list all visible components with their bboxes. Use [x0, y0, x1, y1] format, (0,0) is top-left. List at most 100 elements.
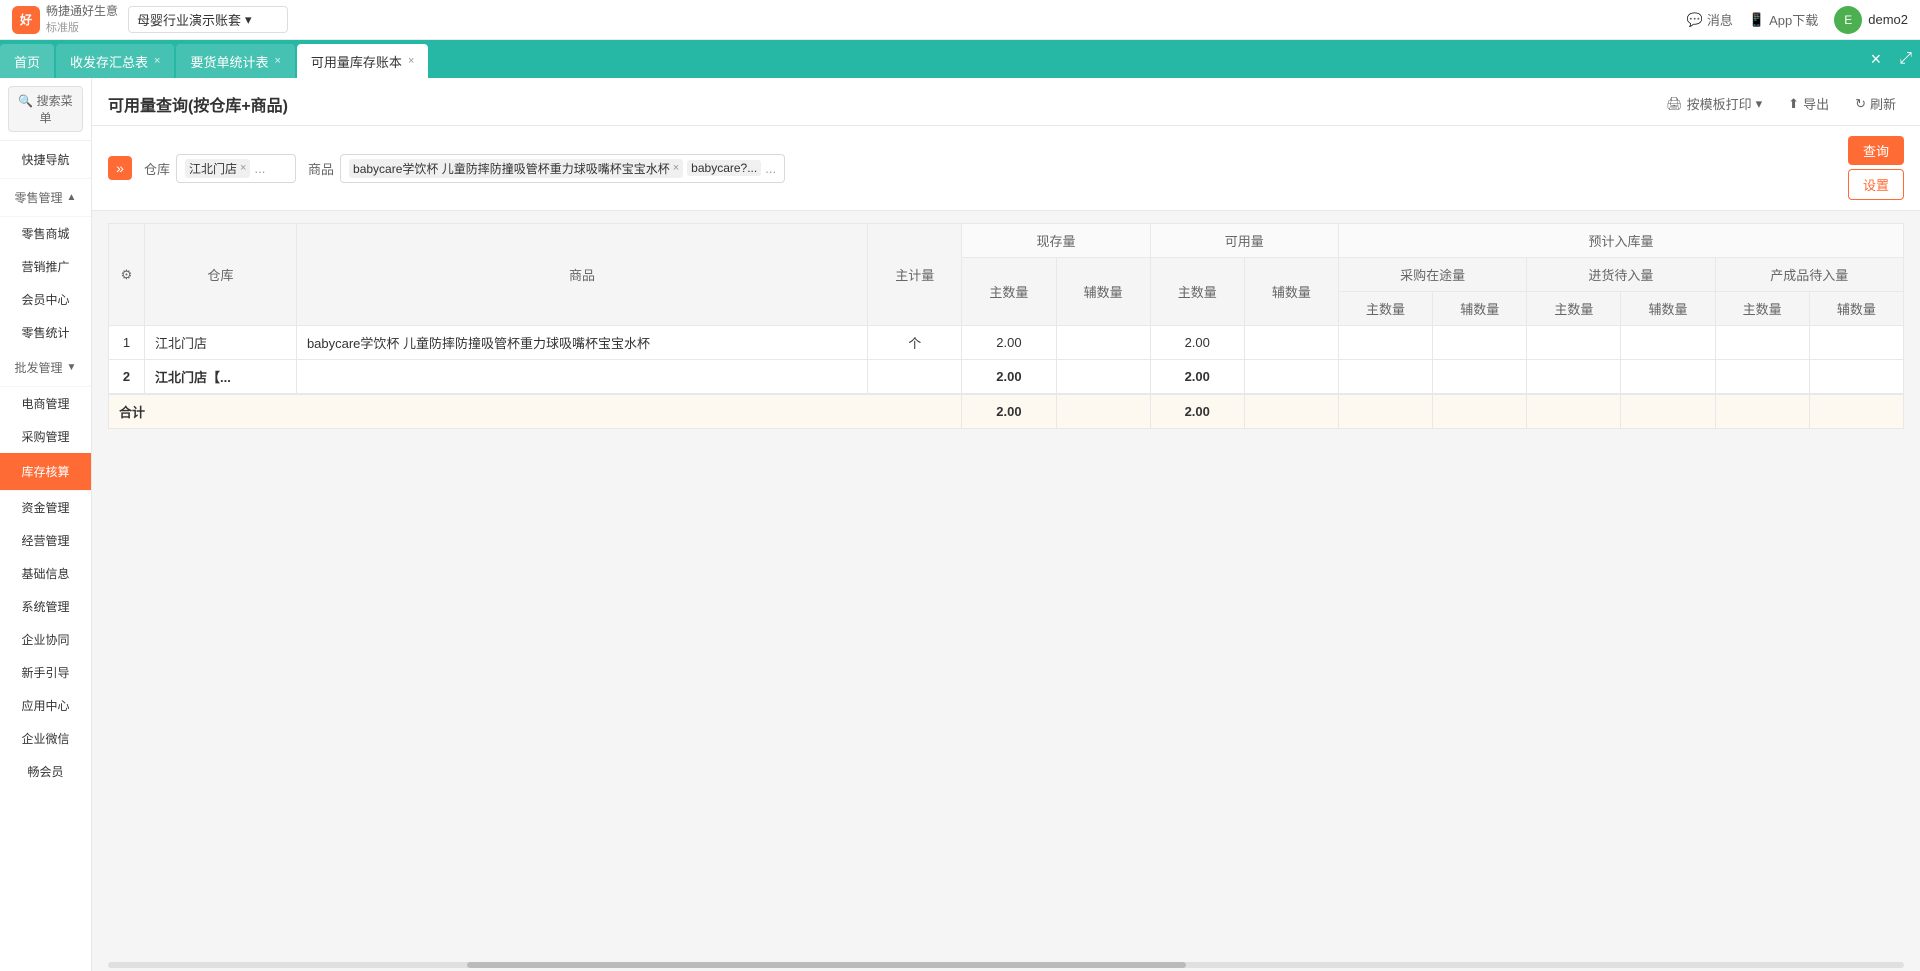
- sidebar-item-purchase[interactable]: 采购管理: [0, 420, 91, 453]
- nav-tabs: 首页 收发存汇总表 × 要货单统计表 × 可用量库存账本 × × ⤢: [0, 40, 1920, 78]
- message-label: 消息: [1707, 10, 1733, 29]
- sidebar-item-wholesale[interactable]: 批发管理 ▼: [0, 349, 91, 387]
- footer-avail-main: 2.00: [1150, 394, 1244, 429]
- footer-stock-main: 2.00: [962, 394, 1056, 429]
- close-all-tabs-btn[interactable]: ×: [1871, 40, 1882, 78]
- warehouse-filter-input[interactable]: 江北门店 × ...: [176, 154, 296, 183]
- ent-wechat-label: 企业微信: [21, 732, 69, 746]
- product-tag1-text: babycare学饮杯 儿童防摔防撞吸管杯重力球吸嘴杯宝宝水杯: [353, 160, 670, 177]
- pur-transit-header: 采购在途量: [1338, 258, 1526, 292]
- scrollbar-track[interactable]: [108, 962, 1904, 968]
- row2-no: 2: [109, 360, 145, 395]
- warehouse-more-btn[interactable]: ...: [254, 161, 265, 176]
- sidebar-item-vip[interactable]: 畅会员: [0, 755, 91, 788]
- print-dropdown-icon: ▾: [1756, 96, 1763, 112]
- download-icon: 📱: [1749, 12, 1765, 28]
- sidebar-item-system[interactable]: 系统管理: [0, 590, 91, 623]
- footer-label: 合计: [109, 394, 962, 429]
- row2-avail-aux: [1244, 360, 1338, 395]
- tab-available[interactable]: 可用量库存账本 ×: [297, 44, 428, 78]
- retail-stats-label: 零售统计: [21, 326, 69, 340]
- vip-label: 畅会员: [27, 765, 63, 779]
- page-title: 可用量查询(按仓库+商品): [108, 92, 288, 116]
- retail-mall-label: 零售商城: [21, 227, 69, 241]
- export-btn[interactable]: ⬆ 导出: [1780, 90, 1837, 117]
- expand-tabs-btn[interactable]: ⤢: [1891, 40, 1920, 78]
- message-btn[interactable]: 💬 消息: [1687, 10, 1733, 29]
- industry-selector[interactable]: 母婴行业演示账套 ▾: [128, 6, 288, 33]
- sidebar-item-basic-info[interactable]: 基础信息: [0, 557, 91, 590]
- row2-prod-aux: [1809, 360, 1903, 395]
- settings-btn[interactable]: 设置: [1848, 169, 1904, 200]
- warehouse-tag-close[interactable]: ×: [240, 162, 246, 174]
- sidebar-item-finance[interactable]: 资金管理: [0, 491, 91, 524]
- sidebar-item-operations[interactable]: 经营管理: [0, 524, 91, 557]
- tab-receivepay[interactable]: 收发存汇总表 ×: [56, 44, 174, 78]
- sidebar-item-app-center[interactable]: 应用中心: [0, 689, 91, 722]
- footer-pur-transit-aux: [1433, 394, 1527, 429]
- available-group-header: 可用量: [1150, 224, 1338, 258]
- search-menu-btn[interactable]: 🔍 搜索菜单: [8, 86, 83, 132]
- row2-pur-transit-main: [1338, 360, 1432, 395]
- row1-avail-aux: [1244, 326, 1338, 360]
- horizontal-scrollbar[interactable]: [92, 959, 1920, 971]
- close-orderstat-icon[interactable]: ×: [274, 55, 280, 67]
- page-header: 可用量查询(按仓库+商品) 🖨 按模板打印 ▾ ⬆ 导出 ↻ 刷新: [92, 78, 1920, 126]
- row1-warehouse: 江北门店: [145, 326, 297, 360]
- sidebar-item-ecommerce[interactable]: 电商管理: [0, 387, 91, 420]
- tab-home[interactable]: 首页: [0, 44, 54, 78]
- row2-stock-main: 2.00: [962, 360, 1056, 395]
- product-filter-input[interactable]: babycare学饮杯 儿童防摔防撞吸管杯重力球吸嘴杯宝宝水杯 × babyca…: [340, 154, 785, 183]
- sidebar-item-marketing[interactable]: 营销推广: [0, 250, 91, 283]
- data-table: ⚙ 仓库 商品 主计量 现存量 可用量 预计入库量 主数量 辅数量 主数量 辅数…: [108, 223, 1904, 429]
- row2-prod-main: [1715, 360, 1809, 395]
- row1-prod-main: [1715, 326, 1809, 360]
- query-btn[interactable]: 查询: [1848, 136, 1904, 165]
- member-label: 会员中心: [21, 293, 69, 307]
- row1-pur-transit-main: [1338, 326, 1432, 360]
- product-more-btn[interactable]: ...: [765, 161, 776, 176]
- sidebar-item-quick-nav[interactable]: 快捷导航: [0, 141, 91, 179]
- message-icon: 💬: [1687, 12, 1703, 28]
- sidebar-item-retail-stats[interactable]: 零售统计: [0, 316, 91, 349]
- sidebar-item-newbie[interactable]: 新手引导: [0, 656, 91, 689]
- close-receivepay-icon[interactable]: ×: [154, 55, 160, 67]
- product-tag1: babycare学饮杯 儿童防摔防撞吸管杯重力球吸嘴杯宝宝水杯 ×: [349, 159, 683, 178]
- filter-expand-btn[interactable]: »: [108, 156, 132, 180]
- tab-receivepay-label: 收发存汇总表: [70, 52, 148, 71]
- app-center-label: 应用中心: [21, 699, 69, 713]
- filter-bar: » 仓库 江北门店 × ... 商品 babycare学饮杯 儿童防摔防撞吸管杯…: [92, 126, 1920, 211]
- tab-home-label: 首页: [14, 52, 40, 71]
- print-btn[interactable]: 🖨 按模板打印 ▾: [1658, 90, 1770, 117]
- row2-warehouse: 江北门店【...: [145, 360, 297, 395]
- close-available-icon[interactable]: ×: [408, 55, 414, 67]
- inbound-aux-header: 辅数量: [1621, 292, 1715, 326]
- app-download-btn[interactable]: 📱 App下载: [1749, 10, 1818, 29]
- sidebar-item-enterprise[interactable]: 企业协同: [0, 623, 91, 656]
- settings-col-header[interactable]: ⚙: [109, 224, 145, 326]
- newbie-label: 新手引导: [21, 666, 69, 680]
- system-label: 系统管理: [21, 600, 69, 614]
- sidebar-item-retail-mgmt[interactable]: 零售管理 ▲: [0, 179, 91, 217]
- row2-product: [296, 360, 867, 395]
- sidebar-item-inventory[interactable]: 库存核算: [0, 453, 91, 491]
- row2-stock-aux: [1056, 360, 1150, 395]
- warehouse-filter-label: 仓库: [144, 159, 170, 178]
- sidebar-item-member[interactable]: 会员中心: [0, 283, 91, 316]
- avail-aux-header: 辅数量: [1244, 258, 1338, 326]
- warehouse-filter-group: 仓库 江北门店 × ...: [144, 154, 296, 183]
- marketing-label: 营销推广: [21, 260, 69, 274]
- sidebar-item-ent-wechat[interactable]: 企业微信: [0, 722, 91, 755]
- inventory-label: 库存核算: [21, 465, 69, 479]
- tab-orderstat[interactable]: 要货单统计表 ×: [176, 44, 294, 78]
- user-area[interactable]: E demo2: [1834, 6, 1908, 34]
- scrollbar-thumb[interactable]: [467, 962, 1185, 968]
- row1-avail-main: 2.00: [1150, 326, 1244, 360]
- retail-mgmt-label: 零售管理: [15, 189, 63, 206]
- refresh-btn[interactable]: ↻ 刷新: [1847, 90, 1904, 117]
- download-label: App下载: [1769, 10, 1818, 29]
- product-tag1-close[interactable]: ×: [673, 162, 679, 174]
- sidebar-item-retail-mall[interactable]: 零售商城: [0, 217, 91, 250]
- stock-aux-header: 辅数量: [1056, 258, 1150, 326]
- product-tag2-text: babycare?...: [691, 161, 757, 175]
